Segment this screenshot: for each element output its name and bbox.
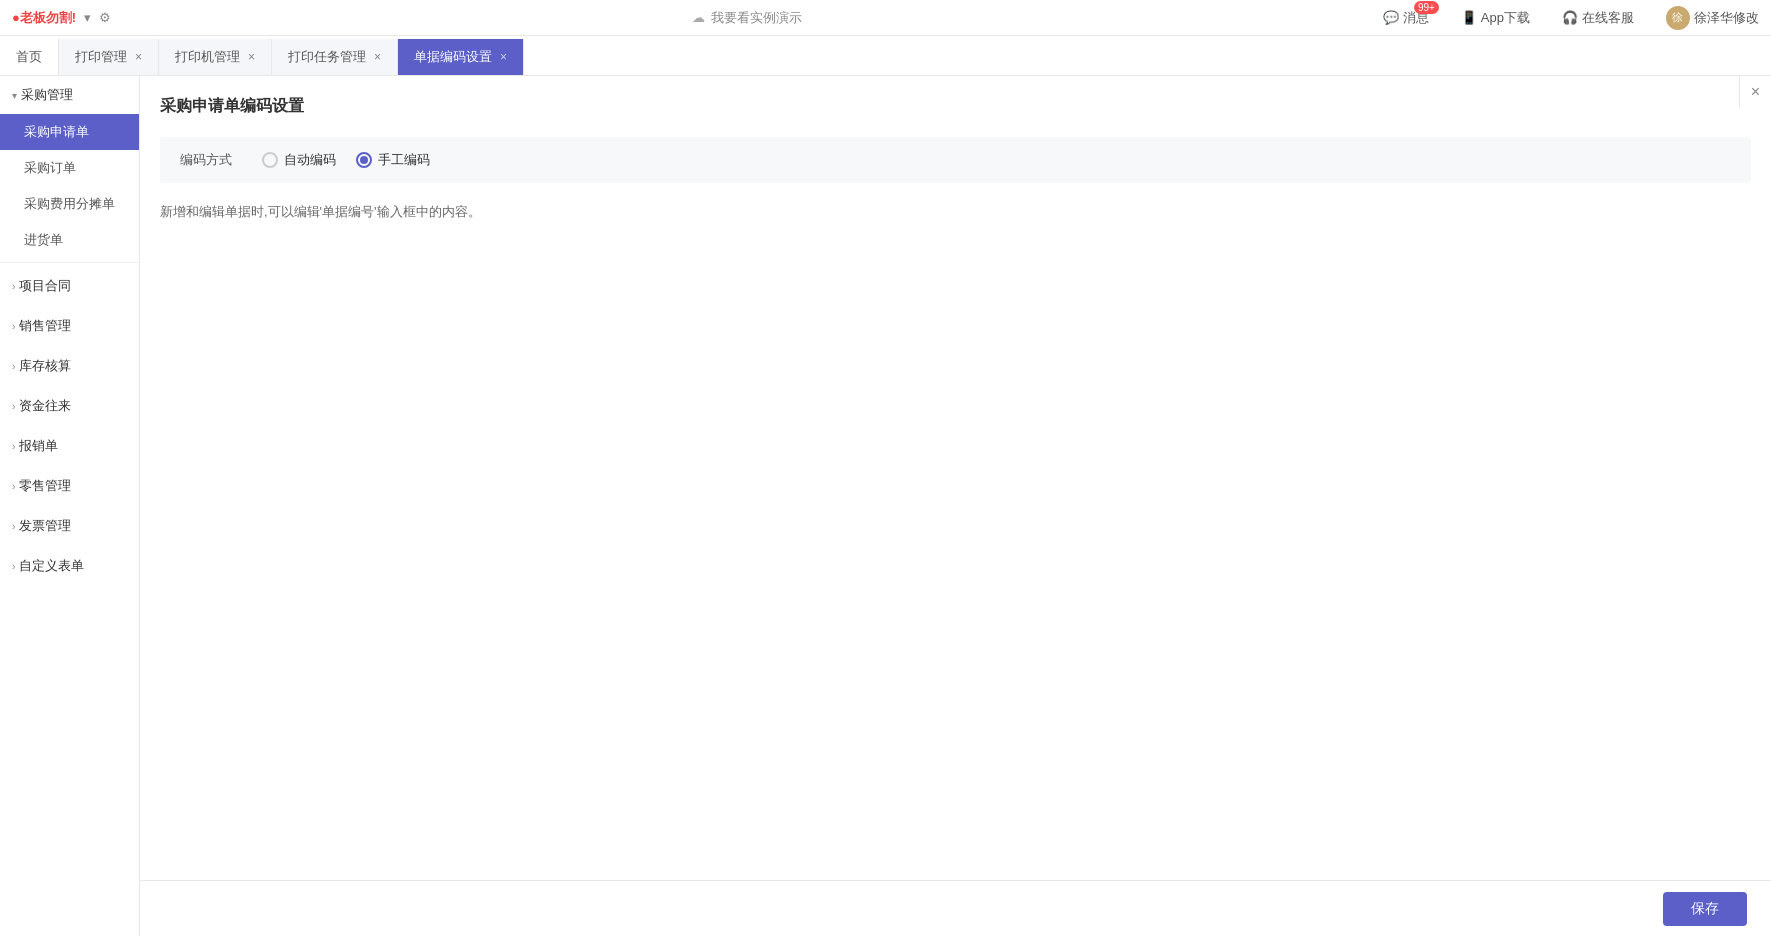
sidebar-group-purchase-title[interactable]: ▾ 采购管理	[0, 76, 139, 114]
sidebar-group-return-sales-label: 报销单	[19, 437, 58, 455]
sidebar-item-purchase-request[interactable]: 采购申请单	[0, 114, 139, 150]
message-badge: 99+	[1414, 1, 1439, 14]
sidebar-group-sales: › 销售管理	[0, 307, 139, 345]
sidebar-group-project-contract-label: 项目合同	[19, 277, 71, 295]
sidebar-group-custom-form-title[interactable]: › 自定义表单	[0, 547, 139, 585]
sidebar-item-purchase-expense[interactable]: 采购费用分摊单	[0, 186, 139, 222]
chevron-right-icon-return: ›	[12, 441, 15, 452]
sidebar-group-inventory-label: 库存核算	[19, 357, 71, 375]
avatar: 徐	[1666, 6, 1690, 30]
layout: ▾ 采购管理 采购申请单 采购订单 采购费用分摊单 进货单 › 项目合同	[0, 76, 1771, 936]
sidebar-group-invoice: › 发票管理	[0, 507, 139, 545]
radio-auto-code[interactable]: 自动编码	[262, 151, 336, 169]
sidebar-group-inventory: › 库存核算	[0, 347, 139, 385]
cloud-icon: ☁	[692, 10, 705, 25]
info-text: 新增和编辑单据时,可以编辑'单据编号'输入框中的内容。	[160, 203, 1751, 221]
avatar-initials: 徐	[1672, 10, 1683, 25]
chevron-right-icon-fund: ›	[12, 401, 15, 412]
sidebar-group-return-sales: › 报销单	[0, 427, 139, 465]
close-all-tabs-button[interactable]: ×	[1739, 76, 1771, 108]
chevron-right-icon-inventory: ›	[12, 361, 15, 372]
page-title: 采购申请单编码设置	[160, 96, 1751, 117]
sidebar-group-project-contract: › 项目合同	[0, 267, 139, 305]
sidebar-item-purchase-request-label: 采购申请单	[24, 124, 89, 139]
chevron-right-icon-retail: ›	[12, 481, 15, 492]
chevron-right-icon-invoice: ›	[12, 521, 15, 532]
top-bar-center: ☁ 我要看实例演示	[692, 9, 802, 27]
demo-text[interactable]: 我要看实例演示	[711, 9, 802, 27]
radio-manual-code[interactable]: 手工编码	[356, 151, 430, 169]
sidebar-group-purchase: ▾ 采购管理 采购申请单 采购订单 采购费用分摊单 进货单	[0, 76, 139, 258]
tab-print-mgmt-close[interactable]: ×	[135, 50, 142, 64]
content-footer: 保存	[140, 880, 1771, 936]
top-bar-left: ●老板勿割! ▾ ⚙	[12, 9, 111, 27]
app-download-button[interactable]: 📱 App下载	[1461, 9, 1530, 27]
app-download-label: App下载	[1481, 9, 1530, 27]
sidebar-group-fund-flow: › 资金往来	[0, 387, 139, 425]
sidebar-group-custom-form: › 自定义表单	[0, 547, 139, 585]
sidebar-group-fund-flow-label: 资金往来	[19, 397, 71, 415]
tab-print-task-mgmt[interactable]: 打印任务管理 ×	[272, 39, 398, 75]
tab-print-mgmt[interactable]: 打印管理 ×	[59, 39, 159, 75]
radio-auto-code-circle	[262, 152, 278, 168]
encoding-method-label: 编码方式	[180, 151, 232, 169]
logo-text: ●老板勿割!	[12, 9, 76, 27]
tab-single-code-label: 单据编码设置	[414, 48, 492, 66]
tab-bar: 首页 打印管理 × 打印机管理 × 打印任务管理 × 单据编码设置 × ×	[0, 36, 1771, 76]
sidebar-group-sales-title[interactable]: › 销售管理	[0, 307, 139, 345]
tab-print-mgmt-label: 打印管理	[75, 48, 127, 66]
sidebar-group-custom-form-label: 自定义表单	[19, 557, 84, 575]
message-icon: 💬	[1383, 10, 1399, 25]
encoding-radio-group: 自动编码 手工编码	[262, 151, 430, 169]
settings-icon[interactable]: ⚙	[99, 10, 111, 25]
radio-manual-code-circle	[356, 152, 372, 168]
sidebar-group-fund-flow-title[interactable]: › 资金往来	[0, 387, 139, 425]
sidebar-item-stock-in[interactable]: 进货单	[0, 222, 139, 258]
tab-printer-mgmt-label: 打印机管理	[175, 48, 240, 66]
radio-auto-code-label: 自动编码	[284, 151, 336, 169]
sidebar-group-sales-label: 销售管理	[19, 317, 71, 335]
sidebar-group-invoice-label: 发票管理	[19, 517, 71, 535]
chevron-down-icon: ▾	[12, 90, 17, 101]
chevron-right-icon-project: ›	[12, 281, 15, 292]
sidebar-group-retail: › 零售管理	[0, 467, 139, 505]
tab-printer-mgmt-close[interactable]: ×	[248, 50, 255, 64]
headset-icon: 🎧	[1562, 10, 1578, 25]
tab-home[interactable]: 首页	[0, 39, 59, 75]
tab-printer-mgmt[interactable]: 打印机管理 ×	[159, 39, 272, 75]
online-service-button[interactable]: 🎧 在线客服	[1562, 9, 1634, 27]
main-content: 采购申请单编码设置 编码方式 自动编码 手工编码 新增和编	[140, 76, 1771, 936]
user-name: 徐泽华修改	[1694, 9, 1759, 27]
sidebar-group-inventory-title[interactable]: › 库存核算	[0, 347, 139, 385]
tab-print-task-mgmt-close[interactable]: ×	[374, 50, 381, 64]
encoding-section: 编码方式 自动编码 手工编码	[160, 137, 1751, 183]
dropdown-icon[interactable]: ▾	[84, 10, 91, 25]
content-body: 采购申请单编码设置 编码方式 自动编码 手工编码 新增和编	[140, 76, 1771, 880]
tab-print-task-mgmt-label: 打印任务管理	[288, 48, 366, 66]
top-bar: ●老板勿割! ▾ ⚙ ☁ 我要看实例演示 💬 消息 99+ 📱 App下载 🎧 …	[0, 0, 1771, 36]
sidebar-group-retail-title[interactable]: › 零售管理	[0, 467, 139, 505]
sidebar-item-purchase-expense-label: 采购费用分摊单	[24, 196, 115, 211]
sidebar-item-purchase-order[interactable]: 采购订单	[0, 150, 139, 186]
sidebar-group-retail-label: 零售管理	[19, 477, 71, 495]
chevron-right-icon-custom: ›	[12, 561, 15, 572]
save-button[interactable]: 保存	[1663, 892, 1747, 926]
sidebar-group-purchase-label: 采购管理	[21, 86, 73, 104]
top-bar-right: 💬 消息 99+ 📱 App下载 🎧 在线客服 徐 徐泽华修改	[1383, 6, 1759, 30]
sidebar: ▾ 采购管理 采购申请单 采购订单 采购费用分摊单 进货单 › 项目合同	[0, 76, 140, 936]
tab-single-code-close[interactable]: ×	[500, 50, 507, 64]
user-avatar-area[interactable]: 徐 徐泽华修改	[1666, 6, 1759, 30]
message-button[interactable]: 💬 消息 99+	[1383, 9, 1429, 27]
sidebar-group-invoice-title[interactable]: › 发票管理	[0, 507, 139, 545]
radio-manual-code-label: 手工编码	[378, 151, 430, 169]
online-service-label: 在线客服	[1582, 9, 1634, 27]
tab-single-code-setting[interactable]: 单据编码设置 ×	[398, 39, 524, 75]
sidebar-group-project-contract-title[interactable]: › 项目合同	[0, 267, 139, 305]
sidebar-item-stock-in-label: 进货单	[24, 232, 63, 247]
sidebar-item-purchase-order-label: 采购订单	[24, 160, 76, 175]
chevron-right-icon-sales: ›	[12, 321, 15, 332]
app-icon: 📱	[1461, 10, 1477, 25]
sidebar-group-return-sales-title[interactable]: › 报销单	[0, 427, 139, 465]
tab-home-label: 首页	[16, 48, 42, 66]
